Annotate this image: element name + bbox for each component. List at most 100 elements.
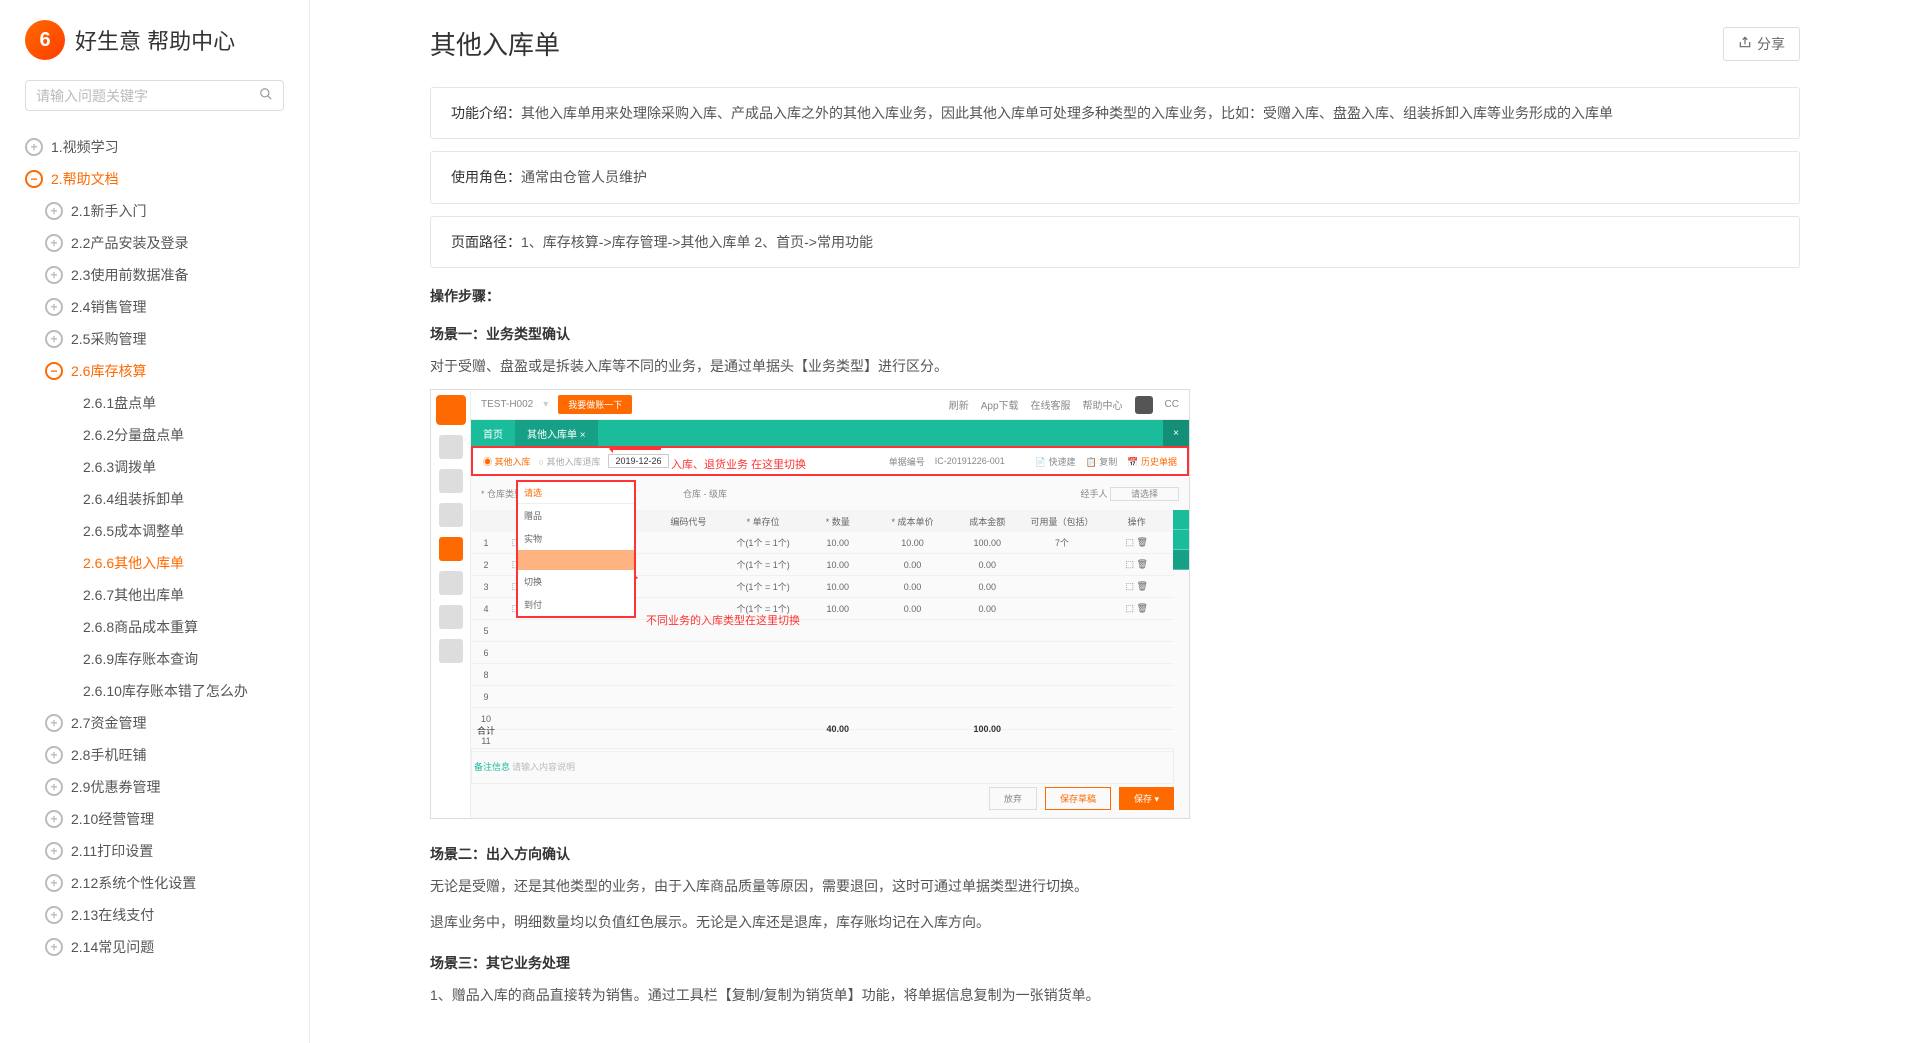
brand-logo[interactable]: 6 好生意 帮助中心 [25,20,284,60]
ss-radio-in: ◉ 其他入库 [483,455,531,468]
plus-icon [45,874,63,892]
nav-label: 1.视频学习 [51,137,119,157]
nav-2-6[interactable]: 2.6库存核算 [45,355,284,387]
nav-2-8[interactable]: 2.8手机旺铺 [45,739,284,771]
nav-label: 2.9优惠券管理 [71,777,160,797]
ss-header: TEST-H002 ▾ 我要做账一下 刷新 App下载 在线客服 帮助中心 CC [471,390,1189,420]
nav-2-2[interactable]: 2.2产品安装及登录 [45,227,284,259]
nav-label: 2.6.8商品成本重算 [83,617,198,637]
plus-icon [45,906,63,924]
ss-sidebar [431,390,471,818]
ss-tenant-label: TEST-H002 [481,399,533,410]
nav-2-7[interactable]: 2.7资金管理 [45,707,284,739]
info-text: 1、库存核算->库存管理->其他入库单 2、首页->常用功能 [521,234,873,250]
ss-nav-icon [439,503,463,527]
scene3-heading: 场景三：其它业务处理 [430,953,1800,973]
nav-2-6-7[interactable]: 2.6.7其他出库单 [83,579,284,611]
nav-2-13[interactable]: 2.13在线支付 [45,899,284,931]
ss-th: * 单存位 [726,515,801,528]
scene3-text: 1、赠品入库的商品直接转为销售。通过工具栏【复制/复制为销货单】功能，将单据信息… [430,983,1800,1008]
nav-label: 2.帮助文档 [51,169,119,189]
ss-avatar-icon [1135,396,1153,414]
nav-2-11[interactable]: 2.11打印设置 [45,835,284,867]
ss-username: CC [1165,399,1179,410]
nav-list: 1.视频学习 2.帮助文档 2.1新手入门 2.2产品安装及登录 2.3使用前数… [25,131,284,963]
ss-th: 操作 [1099,515,1174,528]
ss-dd-item: 实物 [518,527,634,550]
nav-label: 2.6.7其他出库单 [83,585,184,605]
nav-2-6-3[interactable]: 2.6.3调拨单 [83,451,284,483]
ss-nav-icon [439,469,463,493]
plus-icon [45,202,63,220]
nav-label: 2.13在线支付 [71,905,154,925]
nav-2-3[interactable]: 2.3使用前数据准备 [45,259,284,291]
info-text: 其他入库单用来处理除采购入库、产成品入库之外的其他入库业务，因此其他入库单可处理… [521,105,1613,121]
nav-label: 2.12系统个性化设置 [71,873,196,893]
nav-video-learning[interactable]: 1.视频学习 [25,131,284,163]
nav-2-9[interactable]: 2.9优惠券管理 [45,771,284,803]
nav-2-12[interactable]: 2.12系统个性化设置 [45,867,284,899]
ss-btn-draft: 保存草稿 [1045,787,1111,810]
sidebar: 6 好生意 帮助中心 1.视频学习 2.帮助文档 2.1新手入门 2.2产品安装… [0,0,310,1043]
brand-text: 好生意 帮助中心 [75,24,235,56]
scene2-text1: 无论是受赠，还是其他类型的业务，由于入库商品质量等原因，需要退回，这时可通过单据… [430,874,1800,899]
ss-hdr-help: 帮助中心 [1083,397,1123,412]
nav-2-6-8[interactable]: 2.6.8商品成本重算 [83,611,284,643]
nav-label: 2.11打印设置 [71,841,153,861]
info-label: 页面路径： [451,234,521,250]
nav-2-1[interactable]: 2.1新手入门 [45,195,284,227]
ss-th: * 数量 [800,515,875,528]
share-button[interactable]: 分享 [1723,27,1800,61]
nav-2-6-10[interactable]: 2.6.10库存账本错了怎么办 [83,675,284,707]
nav-2-6-4[interactable]: 2.6.4组装拆卸单 [83,483,284,515]
nav-label: 2.4销售管理 [71,297,146,317]
main-content: 其他入库单 分享 功能介绍：其他入库单用来处理除采购入库、产成品入库之外的其他入… [310,0,1920,1043]
ss-dropdown: 请选 赠品 实物 切换 到付 [516,480,636,618]
info-text: 通常由仓管人员维护 [521,169,647,185]
plus-icon [45,778,63,796]
nav-2-4[interactable]: 2.4销售管理 [45,291,284,323]
nav-2-6-6[interactable]: 2.6.6其他入库单 [83,547,284,579]
ss-nav-icon [439,605,463,629]
plus-icon [45,810,63,828]
nav-label: 2.5采购管理 [71,329,146,349]
nav-label: 2.3使用前数据准备 [71,265,188,285]
share-icon [1738,35,1752,52]
nav-2-6-2[interactable]: 2.6.2分量盘点单 [83,419,284,451]
ss-th: 可用量（包括） [1025,515,1100,528]
nav-label: 2.6.9库存账本查询 [83,649,198,669]
plus-icon [45,266,63,284]
search-input[interactable] [36,88,259,104]
nav-help-docs[interactable]: 2.帮助文档 [25,163,284,195]
ss-nav-icon-active [439,537,463,561]
logo-icon: 6 [25,20,65,60]
nav-2-6-5[interactable]: 2.6.5成本调整单 [83,515,284,547]
search-box[interactable] [25,80,284,111]
scene1-heading: 场景一：业务类型确认 [430,324,1800,344]
plus-icon [45,746,63,764]
ss-dd-item: 切换 [518,570,634,593]
nav-label: 2.2产品安装及登录 [71,233,188,253]
ss-dd-item: 赠品 [518,504,634,527]
ss-arrow-icon [611,448,661,450]
plus-icon [45,714,63,732]
ss-doc-label: 单据编号 [889,455,925,468]
ss-header-btn: 我要做账一下 [558,395,632,414]
nav-2-5[interactable]: 2.5采购管理 [45,323,284,355]
nav-label: 2.14常见问题 [71,937,154,957]
plus-icon [25,138,43,156]
nav-2-10[interactable]: 2.10经营管理 [45,803,284,835]
ss-radio-out: ○ 其他入库退库 [539,455,601,468]
info-box-role: 使用角色：通常由仓管人员维护 [430,151,1800,203]
ss-doc-no: IC-20191226-001 [935,456,1005,466]
nav-2-14[interactable]: 2.14常见问题 [45,931,284,963]
scene2-heading: 场景二：出入方向确认 [430,844,1800,864]
ss-annotation: 入库、退货业务 在这里切换 [671,456,806,472]
minus-icon [45,362,63,380]
nav-2-6-9[interactable]: 2.6.9库存账本查询 [83,643,284,675]
nav-2-6-1[interactable]: 2.6.1盘点单 [83,387,284,419]
ss-nav-icon [439,639,463,663]
ss-hdr-refresh: 刷新 [949,397,969,412]
nav-label: 2.6.10库存账本错了怎么办 [83,681,248,701]
search-icon[interactable] [259,87,273,104]
